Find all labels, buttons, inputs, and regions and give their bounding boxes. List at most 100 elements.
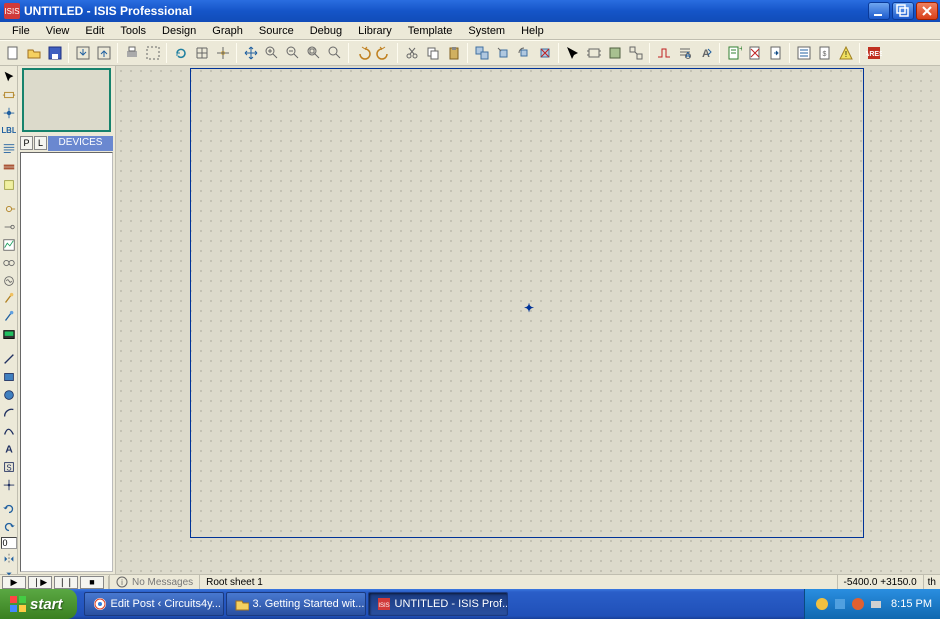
redo-button[interactable] — [374, 44, 393, 63]
junction-mode-tool[interactable] — [1, 105, 17, 121]
packaging-tool-button[interactable] — [605, 44, 624, 63]
marker-2d-tool[interactable] — [1, 477, 17, 493]
device-pin-tool[interactable] — [1, 219, 17, 235]
bus-mode-tool[interactable] — [1, 159, 17, 175]
selection-mode-tool[interactable] — [1, 69, 17, 85]
text-2d-tool[interactable]: A — [1, 441, 17, 457]
goto-sheet-button[interactable] — [766, 44, 785, 63]
pan-center-button[interactable] — [241, 44, 260, 63]
tray-icon[interactable] — [815, 597, 829, 611]
design-explorer-button[interactable] — [794, 44, 813, 63]
menu-template[interactable]: Template — [400, 24, 461, 38]
object-selector-list[interactable] — [20, 152, 113, 572]
maximize-button[interactable] — [892, 2, 914, 20]
virtual-instrument-tool[interactable] — [1, 327, 17, 343]
line-2d-tool[interactable] — [1, 351, 17, 367]
generator-tool[interactable] — [1, 273, 17, 289]
menu-library[interactable]: Library — [350, 24, 400, 38]
libraries-button[interactable]: L — [34, 136, 47, 150]
zoom-area-button[interactable] — [325, 44, 344, 63]
wire-label-tool[interactable]: LBL — [1, 123, 17, 139]
graph-mode-tool[interactable] — [1, 237, 17, 253]
menu-debug[interactable]: Debug — [302, 24, 350, 38]
rotation-angle-input[interactable]: 0 — [1, 537, 17, 549]
menu-edit[interactable]: Edit — [77, 24, 112, 38]
arc-2d-tool[interactable] — [1, 405, 17, 421]
undo-button[interactable] — [353, 44, 372, 63]
zoom-all-button[interactable] — [304, 44, 323, 63]
delete-sheet-button[interactable] — [745, 44, 764, 63]
taskbar-item[interactable]: 3. Getting Started wit... — [226, 592, 366, 616]
component-mode-tool[interactable] — [1, 87, 17, 103]
open-file-button[interactable] — [24, 44, 43, 63]
zoom-in-button[interactable] — [262, 44, 281, 63]
block-rotate-button[interactable] — [514, 44, 533, 63]
mark-area-button[interactable] — [143, 44, 162, 63]
grid-toggle-button[interactable] — [192, 44, 211, 63]
block-delete-button[interactable] — [535, 44, 554, 63]
component-mode-icon — [2, 87, 16, 103]
print-button[interactable] — [122, 44, 141, 63]
tray-icon[interactable] — [851, 597, 865, 611]
pick-parts-button[interactable]: P — [20, 136, 33, 150]
tray-icon[interactable] — [869, 597, 883, 611]
path-2d-tool[interactable] — [1, 423, 17, 439]
search-text-button[interactable]: A — [675, 44, 694, 63]
rotate-cw-tool[interactable] — [1, 501, 17, 517]
system-tray[interactable]: 8:15 PM — [804, 589, 940, 619]
new-file-button[interactable] — [3, 44, 22, 63]
decompose-button[interactable] — [626, 44, 645, 63]
circle-2d-tool[interactable] — [1, 387, 17, 403]
paste-button[interactable] — [444, 44, 463, 63]
save-region-button[interactable] — [94, 44, 113, 63]
menu-system[interactable]: System — [460, 24, 513, 38]
pause-button[interactable]: ❘❘ — [54, 576, 78, 589]
mirror-x-tool[interactable] — [1, 551, 17, 567]
tray-icon[interactable] — [833, 597, 847, 611]
symbol-2d-tool[interactable]: S — [1, 459, 17, 475]
block-copy-button[interactable] — [472, 44, 491, 63]
menu-help[interactable]: Help — [513, 24, 552, 38]
voltage-probe-tool[interactable] — [1, 291, 17, 307]
step-button[interactable]: ❘▶ — [28, 576, 52, 589]
rotate-ccw-tool[interactable] — [1, 519, 17, 535]
menu-graph[interactable]: Graph — [204, 24, 251, 38]
block-move-button[interactable] — [493, 44, 512, 63]
menu-tools[interactable]: Tools — [112, 24, 154, 38]
origin-button[interactable] — [213, 44, 232, 63]
stop-button[interactable]: ■ — [80, 576, 104, 589]
zoom-out-button[interactable] — [283, 44, 302, 63]
tape-recorder-tool[interactable] — [1, 255, 17, 271]
cut-button[interactable] — [402, 44, 421, 63]
bom-button[interactable]: $ — [815, 44, 834, 63]
property-assign-button[interactable]: A — [696, 44, 715, 63]
terminal-tool[interactable] — [1, 201, 17, 217]
box-2d-tool[interactable] — [1, 369, 17, 385]
new-sheet-button[interactable]: + — [724, 44, 743, 63]
pick-device-button[interactable] — [563, 44, 582, 63]
close-button[interactable] — [916, 2, 938, 20]
messages-status[interactable]: i No Messages — [109, 575, 199, 589]
current-probe-tool[interactable] — [1, 309, 17, 325]
minimize-button[interactable] — [868, 2, 890, 20]
menu-design[interactable]: Design — [154, 24, 204, 38]
play-button[interactable]: ▶ — [2, 576, 26, 589]
overview-window[interactable] — [22, 68, 111, 132]
wire-autorouter-button[interactable] — [654, 44, 673, 63]
import-region-button[interactable] — [73, 44, 92, 63]
editing-canvas[interactable]: ✦ — [116, 66, 940, 574]
taskbar-item[interactable]: ISISUNTITLED - ISIS Prof... — [368, 592, 508, 616]
copy-button[interactable] — [423, 44, 442, 63]
menu-view[interactable]: View — [38, 24, 78, 38]
save-file-button[interactable] — [45, 44, 64, 63]
subcircuit-tool[interactable] — [1, 177, 17, 193]
text-script-tool[interactable] — [1, 141, 17, 157]
netlist-ares-button[interactable]: ARES — [864, 44, 883, 63]
refresh-button[interactable] — [171, 44, 190, 63]
make-device-button[interactable] — [584, 44, 603, 63]
menu-file[interactable]: File — [4, 24, 38, 38]
start-button[interactable]: start — [0, 589, 77, 619]
menu-source[interactable]: Source — [251, 24, 302, 38]
taskbar-item[interactable]: Edit Post ‹ Circuits4y... — [84, 592, 224, 616]
erc-button[interactable]: ! — [836, 44, 855, 63]
